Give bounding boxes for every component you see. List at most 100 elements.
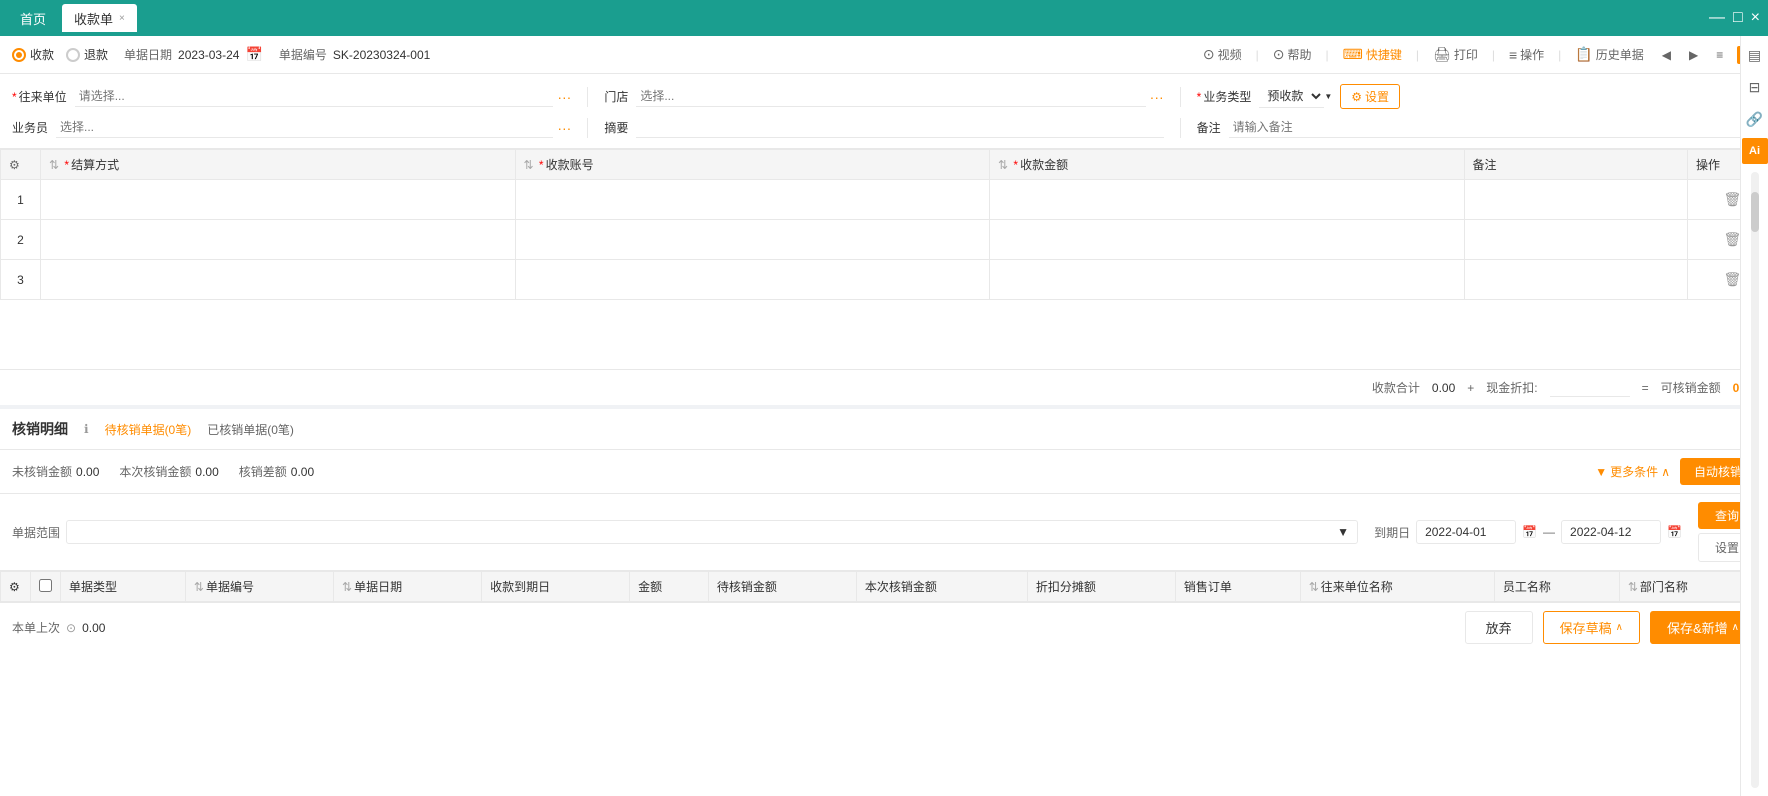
store-more-icon[interactable]: ··· [1150, 89, 1164, 105]
shortcut-icon: ⌨ [1343, 46, 1363, 63]
help-btn[interactable]: ⊙ 帮助 [1269, 44, 1316, 65]
writeoff-table: ⚙ 单据类型 ⇅单据编号 ⇅单据日期 收款到期日 金额 待核销金额 本次核销金额… [0, 571, 1768, 602]
operation-btn[interactable]: ≡ 操作 [1505, 44, 1548, 65]
sidebar-table-icon[interactable]: ▤ [1742, 42, 1768, 68]
business-type-chevron-icon: ▼ [1324, 92, 1332, 101]
cell-account-3[interactable] [515, 260, 990, 300]
business-type-field: * 业务类型 预收款 ▼ ⚙ 设置 [1197, 84, 1756, 109]
shortcut-btn[interactable]: ⌨ 快捷键 [1339, 44, 1406, 65]
this-time-label: 本次核销金额 [119, 463, 191, 480]
form-divider-3 [587, 118, 588, 138]
footer-info-icon[interactable]: ⊙ [66, 621, 76, 635]
counterparty-input[interactable] [75, 86, 554, 107]
delete-row-2-icon[interactable]: 🗑 [1723, 231, 1741, 248]
cell-remark-2[interactable] [1464, 220, 1688, 260]
cell-account-2[interactable] [515, 220, 990, 260]
window-maximize-icon[interactable]: □ [1733, 9, 1743, 27]
discard-btn[interactable]: 放弃 [1465, 611, 1533, 644]
cell-payment-1[interactable] [41, 180, 516, 220]
save-draft-btn[interactable]: 保存草稿 ∧ [1543, 611, 1640, 644]
writeoff-info-icon[interactable]: ℹ [84, 422, 89, 436]
toolbar-right: ⊙ 视频 | ⊙ 帮助 | ⌨ 快捷键 | 🖨 打印 | ≡ 操作 [1199, 44, 1756, 65]
radio-collection[interactable]: 收款 [12, 46, 54, 63]
business-type-select[interactable]: 预收款 [1259, 85, 1324, 108]
nav-prev-icon[interactable]: ◀ [1658, 46, 1675, 64]
table-settings-icon[interactable]: ⚙ [9, 158, 20, 172]
more-filter-label: 更多条件 [1610, 463, 1658, 480]
remark-input[interactable] [1229, 117, 1756, 138]
cell-remark-3[interactable] [1464, 260, 1688, 300]
col-checkbox[interactable] [31, 572, 61, 602]
window-minimize-icon[interactable]: — [1709, 9, 1725, 27]
summary-input[interactable] [636, 117, 1163, 138]
sidebar-link-icon[interactable]: 🔗 [1742, 106, 1768, 132]
completed-writeoff-tab[interactable]: 已核销单据(0笔) [207, 421, 294, 438]
staff-input[interactable] [56, 117, 553, 138]
sidebar-minus-icon[interactable]: ⊟ [1742, 74, 1768, 100]
range-filter-field: 单据范围 ▼ [12, 520, 1358, 544]
counterparty-more-icon[interactable]: ··· [557, 89, 571, 105]
pending-writeoff-tab[interactable]: 待核销单据(0笔) [105, 421, 192, 438]
form-settings-btn[interactable]: ⚙ 设置 [1340, 84, 1400, 109]
delete-row-3-icon[interactable]: 🗑 [1723, 271, 1741, 288]
range-select[interactable]: ▼ [66, 520, 1358, 544]
print-btn[interactable]: 🖨 打印 [1429, 44, 1482, 65]
sort-icon-amount: ⇅ [998, 158, 1008, 172]
tab-bar-left: 首页 收款单 × [8, 4, 137, 32]
tab-label: 收款单 [74, 9, 113, 28]
video-btn[interactable]: ⊙ 视频 [1199, 44, 1246, 65]
date-from-calendar-icon[interactable]: 📅 [1522, 525, 1537, 539]
date-calendar-icon[interactable]: 📅 [245, 46, 262, 63]
date-to-input[interactable] [1561, 520, 1661, 544]
save-new-label: 保存&新增 [1667, 618, 1728, 637]
date-value: 2023-03-24 [178, 48, 239, 62]
cell-amount-1[interactable] [990, 180, 1465, 220]
cell-amount-2[interactable] [990, 220, 1465, 260]
help-icon: ⊙ [1273, 46, 1285, 63]
history-label: 历史单据 [1596, 46, 1644, 63]
store-label: 门店 [604, 88, 628, 105]
discount-input[interactable] [1550, 378, 1630, 397]
form-row-2: 业务员 ··· 摘要 备注 [12, 117, 1756, 138]
cell-account-1[interactable] [515, 180, 990, 220]
date-from-input[interactable] [1416, 520, 1516, 544]
col-settings-writeoff[interactable]: ⚙ [1, 572, 31, 602]
writeoff-title: 核销明细 [12, 419, 68, 439]
cell-payment-2[interactable] [41, 220, 516, 260]
tab-close-icon[interactable]: × [119, 13, 125, 24]
sidebar-ai-icon[interactable]: Ai [1742, 138, 1768, 164]
tab-home[interactable]: 首页 [8, 5, 58, 32]
select-all-checkbox[interactable] [39, 579, 52, 592]
staff-more-icon[interactable]: ··· [557, 120, 571, 136]
store-input[interactable] [636, 86, 1145, 107]
equal-label: = [1642, 381, 1649, 395]
radio-refund-label: 退款 [84, 46, 108, 63]
table-settings-header[interactable]: ⚙ [1, 150, 41, 180]
diff-label: 核销差额 [239, 463, 287, 480]
diff-value: 0.00 [291, 465, 314, 479]
radio-refund[interactable]: 退款 [66, 46, 108, 63]
cell-amount-3[interactable] [990, 260, 1465, 300]
summary-row: 收款合计 0.00 + 现金折扣: = 可核销金额 0.00 [0, 369, 1768, 405]
diff-stat: 核销差额 0.00 [239, 463, 314, 480]
history-btn[interactable]: 📋 历史单据 [1571, 44, 1647, 65]
delete-row-1-icon[interactable]: 🗑 [1723, 191, 1741, 208]
plus-label: + [1467, 381, 1474, 395]
tab-bar: 首页 收款单 × — □ × [0, 0, 1768, 36]
collect-total-value: 0.00 [1432, 381, 1455, 395]
more-filter-btn[interactable]: ▼ 更多条件 ∧ [1595, 463, 1670, 480]
cell-payment-3[interactable] [41, 260, 516, 300]
date-to-calendar-icon[interactable]: 📅 [1667, 525, 1682, 539]
number-label: 单据编号 [279, 46, 327, 63]
writeoff-stats: 未核销金额 0.00 本次核销金额 0.00 核销差额 0.00 ▼ 更多条件 … [0, 450, 1768, 494]
save-draft-label: 保存草稿 [1560, 618, 1612, 637]
view-list-icon[interactable]: ≡ [1712, 46, 1727, 64]
nav-next-icon[interactable]: ▶ [1685, 46, 1702, 64]
cell-remark-1[interactable] [1464, 180, 1688, 220]
tab-active[interactable]: 收款单 × [62, 4, 137, 32]
save-new-arrow-icon: ∧ [1732, 622, 1739, 633]
window-close-icon[interactable]: × [1751, 9, 1760, 27]
col-doc-number: ⇅单据编号 [185, 572, 333, 602]
col-account: ⇅ *收款账号 [515, 150, 990, 180]
operation-label: 操作 [1520, 46, 1544, 63]
